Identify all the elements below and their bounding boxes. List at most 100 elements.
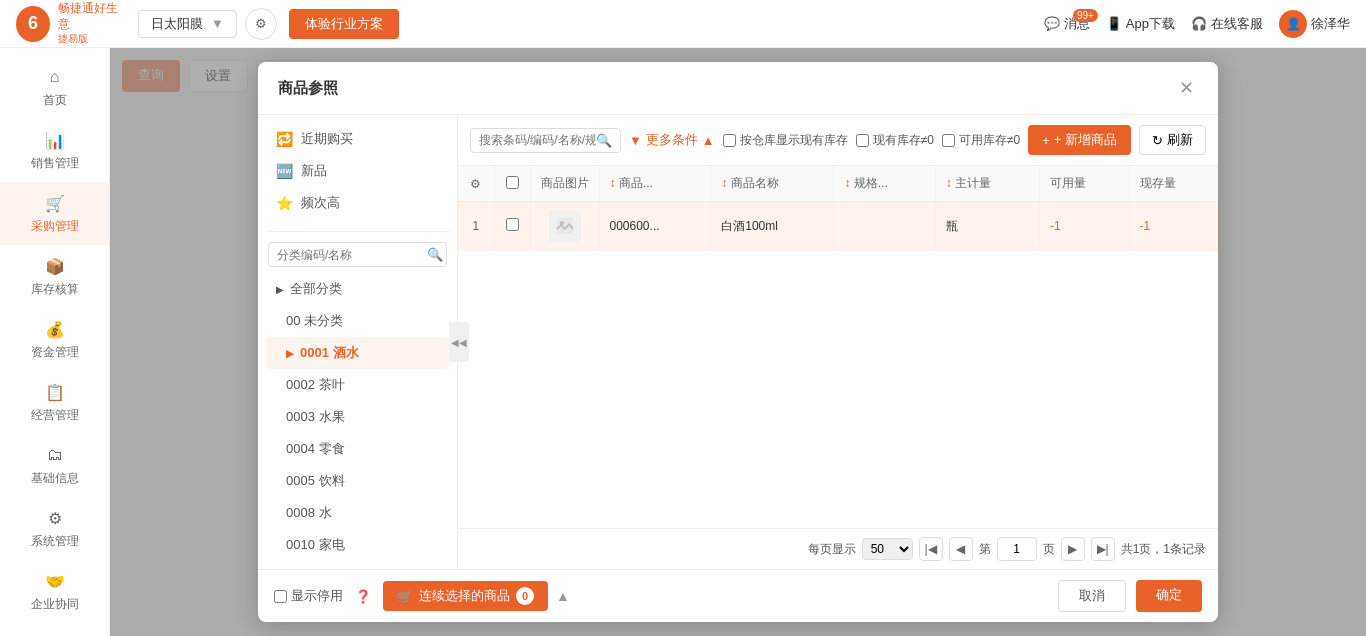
product-search-input[interactable] — [479, 133, 596, 147]
th-stock: 现存量 — [1129, 166, 1218, 202]
checkbox-nonzero-available[interactable]: 可用库存≠0 — [942, 132, 1020, 149]
th-settings[interactable]: ⚙ — [458, 166, 494, 202]
show-disabled-check[interactable]: 显示停用 — [274, 587, 343, 605]
recent-purchase-label: 近期购买 — [301, 130, 353, 148]
cart-button[interactable]: 🛒 连续选择的商品 0 — [383, 581, 548, 611]
cat-tea[interactable]: 0002 茶叶 — [266, 369, 449, 401]
continuous-select-label: 连续选择的商品 — [419, 587, 510, 605]
cat-fruit[interactable]: 0003 水果 — [266, 401, 449, 433]
cat-snack[interactable]: 0004 零食 — [266, 433, 449, 465]
help-icon[interactable]: ❓ — [355, 589, 371, 604]
prev-page-button[interactable]: ◀ — [949, 537, 973, 561]
checkbox-nonzero-stock-input[interactable] — [856, 134, 869, 147]
logo-area: 6 畅捷通好生意 捷易版 — [16, 1, 126, 46]
cat-liquor-label: 0001 酒水 — [300, 344, 359, 362]
sidebar-item-guide[interactable]: 📖 新手引导 — [0, 623, 109, 636]
th-unit[interactable]: ↕ 主计量 — [935, 166, 1039, 202]
search-magnifier-icon[interactable]: 🔍 — [596, 133, 612, 148]
store-selector[interactable]: 日太阳膜 ▼ — [138, 10, 237, 38]
page-label: 第 — [979, 541, 991, 558]
more-filter-button[interactable]: ▼ 更多条件 ▲ — [629, 131, 715, 149]
row-checkbox-cell[interactable] — [494, 202, 530, 251]
checkbox-nonzero-stock[interactable]: 现有库存≠0 — [856, 132, 934, 149]
sidebar-item-home[interactable]: ⌂ 首页 — [0, 56, 109, 119]
cat-water[interactable]: 0008 水 — [266, 497, 449, 529]
try-industry-button[interactable]: 体验行业方案 — [289, 9, 399, 39]
sidebar-item-finance[interactable]: 💰 资金管理 — [0, 308, 109, 371]
sidebar-inventory-label: 库存核算 — [31, 281, 79, 298]
select-all-checkbox[interactable] — [506, 176, 519, 189]
refresh-icon: ↻ — [1152, 133, 1163, 148]
star-icon: ⭐ — [276, 195, 293, 211]
online-service-btn[interactable]: 🎧 在线客服 — [1191, 15, 1263, 33]
settings-icon[interactable]: ⚙ — [245, 8, 277, 40]
th-code[interactable]: ↕ 商品... — [599, 166, 711, 202]
sidebar-item-system[interactable]: ⚙ 系统管理 — [0, 497, 109, 560]
filter-label: 更多条件 — [646, 131, 698, 149]
add-product-button[interactable]: + + 新增商品 — [1028, 125, 1131, 155]
sidebar-item-sales[interactable]: 📊 销售管理 — [0, 119, 109, 182]
app-download-btn[interactable]: 📱 App下载 — [1106, 15, 1175, 33]
collapse-cart-button[interactable]: ▲ — [556, 588, 570, 604]
store-name: 日太阳膜 — [151, 15, 203, 33]
modal-close-button[interactable]: ✕ — [1174, 76, 1198, 100]
cat-uncategorized-label: 00 未分类 — [286, 312, 343, 330]
pagination: 每页显示 50 10 20 100 |◀ ◀ 第 页 — [458, 528, 1218, 569]
product-thumbnail — [549, 210, 581, 242]
cat-appliance[interactable]: 0010 家电 — [266, 529, 449, 561]
first-page-button[interactable]: |◀ — [919, 537, 943, 561]
filter-up-icon: ▲ — [702, 133, 715, 148]
divider1 — [266, 231, 449, 232]
th-name[interactable]: ↕ 商品名称 — [711, 166, 834, 202]
sidebar-item-basic-info[interactable]: 🗂 基础信息 — [0, 434, 109, 497]
page-size-select[interactable]: 50 10 20 100 — [862, 538, 913, 560]
cat-drink[interactable]: 0005 饮料 — [266, 465, 449, 497]
product-search-wrap[interactable]: 🔍 — [470, 128, 621, 153]
category-search[interactable]: 🔍 — [268, 242, 447, 267]
new-product-item[interactable]: 🆕 新品 — [266, 155, 449, 187]
cat-drink-label: 0005 饮料 — [286, 472, 345, 490]
logo-text-wrap: 畅捷通好生意 捷易版 — [58, 1, 126, 46]
th-spec[interactable]: ↕ 规格... — [834, 166, 935, 202]
current-page-input[interactable] — [997, 537, 1037, 561]
recent-purchase-item[interactable]: 🔁 近期购买 — [266, 123, 449, 155]
next-page-button[interactable]: ▶ — [1061, 537, 1085, 561]
modal-left-panel: 🔁 近期购买 🆕 新品 ⭐ 频次高 — [258, 115, 458, 569]
sidebar-item-business[interactable]: 📋 经营管理 — [0, 371, 109, 434]
confirm-button[interactable]: 确定 — [1136, 580, 1202, 612]
modal-right-panel: 🔍 ▼ 更多条件 ▲ 按仓库显示现有库存 — [458, 115, 1218, 569]
sidebar-basic-info-label: 基础信息 — [31, 470, 79, 487]
new-icon: 🆕 — [276, 163, 293, 179]
purchase-icon: 🛒 — [44, 192, 66, 214]
th-checkbox[interactable] — [494, 166, 530, 202]
row-checkbox[interactable] — [506, 218, 519, 231]
sidebar-item-purchase[interactable]: 🛒 采购管理 — [0, 182, 109, 245]
product-search-bar: 🔍 ▼ 更多条件 ▲ 按仓库显示现有库存 — [458, 115, 1218, 166]
checkbox-show-stock-input[interactable] — [723, 134, 736, 147]
cat-uncategorized[interactable]: 00 未分类 — [266, 305, 449, 337]
cat-liquor[interactable]: ▶ 0001 酒水 — [266, 337, 449, 369]
cat-snack-label: 0004 零食 — [286, 440, 345, 458]
cat-all[interactable]: ▶ 全部分类 — [266, 273, 449, 305]
collapse-panel-button[interactable]: ◀◀ — [449, 322, 469, 362]
frequent-item[interactable]: ⭐ 频次高 — [266, 187, 449, 219]
sidebar-item-enterprise[interactable]: 🤝 企业协同 — [0, 560, 109, 623]
checkbox-show-stock[interactable]: 按仓库显示现有库存 — [723, 132, 848, 149]
logo-badge: 捷易版 — [58, 32, 126, 46]
sort-icon: ↕ — [610, 176, 616, 190]
recent-icon: 🔁 — [276, 131, 293, 147]
row-stock: -1 — [1129, 202, 1218, 251]
category-search-input[interactable] — [277, 248, 427, 262]
user-profile[interactable]: 👤 徐泽华 — [1279, 10, 1350, 38]
checkbox-nonzero-available-input[interactable] — [942, 134, 955, 147]
show-disabled-checkbox[interactable] — [274, 590, 287, 603]
cancel-button[interactable]: 取消 — [1058, 580, 1126, 612]
last-page-button[interactable]: ▶| — [1091, 537, 1115, 561]
row-num: 1 — [458, 202, 494, 251]
message-icon: 💬 — [1044, 16, 1060, 31]
table-row[interactable]: 1 — [458, 202, 1218, 251]
refresh-button[interactable]: ↻ 刷新 — [1139, 125, 1206, 155]
message-btn[interactable]: 💬 消息 99+ — [1044, 15, 1090, 33]
sidebar-item-inventory[interactable]: 📦 库存核算 — [0, 245, 109, 308]
category-search-icon[interactable]: 🔍 — [427, 247, 443, 262]
